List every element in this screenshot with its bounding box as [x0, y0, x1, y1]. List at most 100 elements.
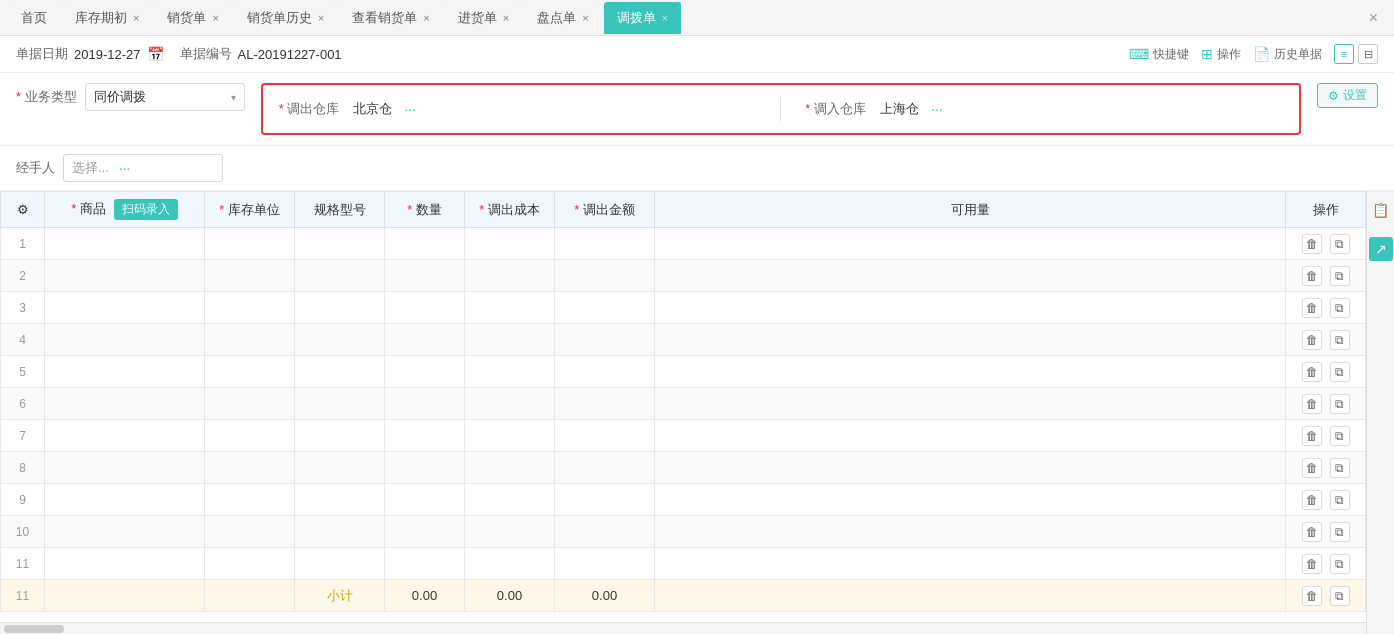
cell-amount[interactable]: [555, 356, 655, 388]
tab-inventory-check-close[interactable]: ×: [582, 13, 588, 24]
tab-sales-history-close[interactable]: ×: [318, 13, 324, 24]
cell-cost[interactable]: [465, 324, 555, 356]
table-container[interactable]: ⚙ * 商品 扫码录入 * 库存单位: [0, 191, 1366, 622]
cell-cost[interactable]: [465, 548, 555, 580]
copy-icon[interactable]: ⧉: [1330, 266, 1350, 286]
cell-unit[interactable]: [205, 324, 295, 356]
cell-cost[interactable]: [465, 292, 555, 324]
cell-spec[interactable]: [295, 260, 385, 292]
cell-qty[interactable]: [385, 420, 465, 452]
cell-available[interactable]: [655, 228, 1286, 260]
delete-icon[interactable]: 🗑: [1302, 522, 1322, 542]
warehouse-in-more-btn[interactable]: ···: [927, 101, 947, 117]
copy-icon[interactable]: ⧉: [1330, 330, 1350, 350]
business-type-select[interactable]: 同价调拨 ▾: [85, 83, 245, 111]
cell-qty[interactable]: [385, 388, 465, 420]
copy-icon[interactable]: ⧉: [1330, 298, 1350, 318]
right-panel-notes-icon[interactable]: 📋: [1370, 199, 1392, 221]
cell-available[interactable]: [655, 260, 1286, 292]
tab-sales-history[interactable]: 销货单历史 ×: [234, 2, 337, 34]
cell-unit[interactable]: [205, 260, 295, 292]
handler-more-btn[interactable]: ···: [115, 160, 135, 176]
cell-spec[interactable]: [295, 388, 385, 420]
cell-spec[interactable]: [295, 228, 385, 260]
copy-icon[interactable]: ⧉: [1330, 490, 1350, 510]
cell-product[interactable]: [45, 260, 205, 292]
cell-cost[interactable]: [465, 452, 555, 484]
cell-product[interactable]: [45, 516, 205, 548]
cell-amount[interactable]: [555, 228, 655, 260]
cell-product[interactable]: [45, 324, 205, 356]
cell-available[interactable]: [655, 516, 1286, 548]
cell-qty[interactable]: [385, 228, 465, 260]
cell-spec[interactable]: [295, 516, 385, 548]
cell-qty[interactable]: [385, 548, 465, 580]
delete-icon[interactable]: 🗑: [1302, 426, 1322, 446]
cell-available[interactable]: [655, 356, 1286, 388]
cell-amount[interactable]: [555, 260, 655, 292]
tab-transfer-order-close[interactable]: ×: [662, 13, 668, 24]
cell-unit[interactable]: [205, 388, 295, 420]
right-panel-external-icon[interactable]: ↗: [1369, 237, 1393, 261]
cell-unit[interactable]: [205, 228, 295, 260]
cell-amount[interactable]: [555, 548, 655, 580]
cell-unit[interactable]: [205, 292, 295, 324]
cell-cost[interactable]: [465, 356, 555, 388]
cell-cost[interactable]: [465, 516, 555, 548]
copy-icon[interactable]: ⧉: [1330, 426, 1350, 446]
app-close-button[interactable]: ×: [1361, 9, 1386, 27]
cell-unit[interactable]: [205, 452, 295, 484]
copy-icon[interactable]: ⧉: [1330, 554, 1350, 574]
cell-amount[interactable]: [555, 324, 655, 356]
subtotal-copy-icon[interactable]: ⧉: [1330, 586, 1350, 606]
cell-qty[interactable]: [385, 516, 465, 548]
tab-purchase-order-close[interactable]: ×: [503, 13, 509, 24]
tab-sales-order[interactable]: 销货单 ×: [154, 2, 231, 34]
delete-icon[interactable]: 🗑: [1302, 298, 1322, 318]
shortcuts-btn[interactable]: ⌨ 快捷键: [1129, 46, 1189, 63]
cell-amount[interactable]: [555, 516, 655, 548]
cell-spec[interactable]: [295, 452, 385, 484]
tab-transfer-order[interactable]: 调拨单 ×: [604, 2, 681, 34]
copy-icon[interactable]: ⧉: [1330, 394, 1350, 414]
cell-unit[interactable]: [205, 356, 295, 388]
cell-unit[interactable]: [205, 484, 295, 516]
operations-btn[interactable]: ⊞ 操作: [1201, 46, 1241, 63]
warehouse-out-more-btn[interactable]: ···: [400, 101, 420, 117]
cell-available[interactable]: [655, 324, 1286, 356]
cell-spec[interactable]: [295, 548, 385, 580]
cell-spec[interactable]: [295, 324, 385, 356]
tab-view-sales[interactable]: 查看销货单 ×: [339, 2, 442, 34]
cell-product[interactable]: [45, 228, 205, 260]
tab-inventory-init[interactable]: 库存期初 ×: [62, 2, 152, 34]
cell-unit[interactable]: [205, 420, 295, 452]
cell-product[interactable]: [45, 452, 205, 484]
copy-icon[interactable]: ⧉: [1330, 234, 1350, 254]
delete-icon[interactable]: 🗑: [1302, 554, 1322, 574]
cell-product[interactable]: [45, 292, 205, 324]
layout-grid-icon[interactable]: ⊟: [1358, 44, 1378, 64]
tab-purchase-order[interactable]: 进货单 ×: [445, 2, 522, 34]
cell-spec[interactable]: [295, 356, 385, 388]
cell-unit[interactable]: [205, 516, 295, 548]
cell-available[interactable]: [655, 548, 1286, 580]
cell-amount[interactable]: [555, 452, 655, 484]
cell-product[interactable]: [45, 356, 205, 388]
cell-qty[interactable]: [385, 484, 465, 516]
copy-icon[interactable]: ⧉: [1330, 458, 1350, 478]
cell-available[interactable]: [655, 292, 1286, 324]
copy-icon[interactable]: ⧉: [1330, 522, 1350, 542]
cell-amount[interactable]: [555, 292, 655, 324]
cell-product[interactable]: [45, 484, 205, 516]
delete-icon[interactable]: 🗑: [1302, 362, 1322, 382]
handler-select[interactable]: 选择... ···: [63, 154, 223, 182]
cell-spec[interactable]: [295, 484, 385, 516]
cell-cost[interactable]: [465, 420, 555, 452]
cell-amount[interactable]: [555, 388, 655, 420]
tab-home[interactable]: 首页: [8, 2, 60, 34]
settings-button[interactable]: ⚙ 设置: [1317, 83, 1378, 108]
cell-cost[interactable]: [465, 260, 555, 292]
delete-icon[interactable]: 🗑: [1302, 266, 1322, 286]
tab-inventory-init-close[interactable]: ×: [133, 13, 139, 24]
scan-barcode-button[interactable]: 扫码录入: [114, 199, 178, 220]
